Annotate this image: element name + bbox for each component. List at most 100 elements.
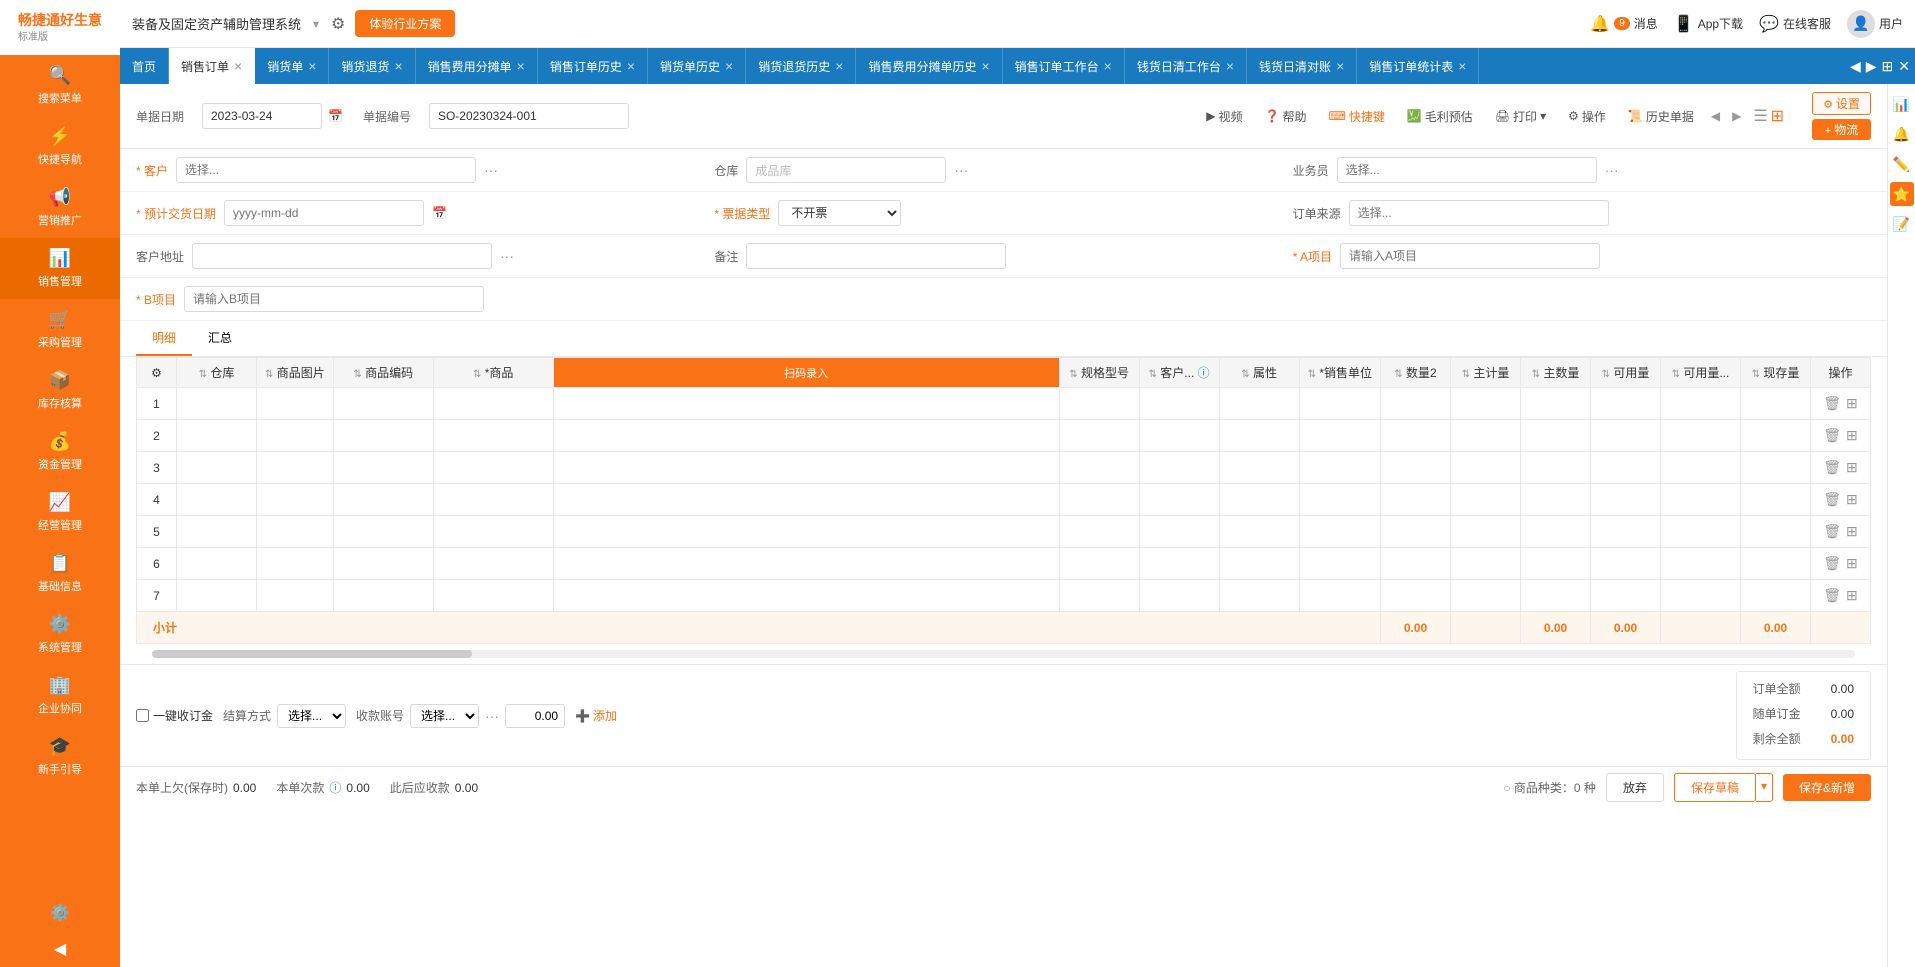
- date-input[interactable]: [202, 103, 322, 129]
- sidebar-item-purchase[interactable]: 🛒 采购管理: [0, 299, 120, 360]
- th-mainqty[interactable]: ⇅ 主数量: [1521, 358, 1591, 388]
- right-sidebar-chart-icon[interactable]: 📊: [1890, 92, 1914, 116]
- salesperson-input[interactable]: [1337, 157, 1597, 183]
- shortcut-btn[interactable]: ⌨ 快捷键: [1324, 106, 1390, 127]
- sidebar-collapse-btn[interactable]: ◀: [0, 931, 120, 967]
- salesperson-expand-icon[interactable]: ···: [1605, 162, 1619, 178]
- topbar-gear-icon[interactable]: ⚙: [331, 14, 345, 34]
- tab-close-icon[interactable]: ×: [394, 58, 402, 74]
- tab-sales-return[interactable]: 销货单 ×: [255, 48, 329, 84]
- tab-close-all-btn[interactable]: ✕: [1898, 58, 1910, 75]
- th-image[interactable]: ⇅ 商品图片: [257, 358, 334, 388]
- one-click-checkbox[interactable]: [136, 709, 149, 722]
- copy-icon[interactable]: ⊞: [1846, 555, 1858, 572]
- delete-icon[interactable]: 🗑: [1823, 587, 1841, 604]
- sidebar-item-system[interactable]: ⚙️ 系统管理: [0, 604, 120, 665]
- tab-sales-expense-hist[interactable]: 销售费用分摊单历史 ×: [856, 48, 1002, 84]
- row-sku[interactable]: [333, 420, 433, 452]
- invoice-select[interactable]: 不开票 增值税专用发票 增值税普通发票: [778, 200, 901, 226]
- row-sku[interactable]: [333, 388, 433, 420]
- tab-home[interactable]: 首页: [120, 48, 169, 84]
- address-input[interactable]: [192, 243, 492, 269]
- copy-icon[interactable]: ⊞: [1846, 587, 1858, 604]
- row-product[interactable]: [433, 420, 553, 452]
- detail-tab-summary[interactable]: 汇总: [192, 321, 248, 356]
- warehouse-input[interactable]: [746, 157, 946, 183]
- nav-prev-btn[interactable]: ◀: [1711, 109, 1720, 123]
- row-attr[interactable]: [1219, 420, 1299, 452]
- sidebar-item-base[interactable]: 📋 基础信息: [0, 543, 120, 604]
- right-sidebar-note-icon[interactable]: 📝: [1890, 212, 1914, 236]
- view-btn[interactable]: ▶ 视频: [1201, 106, 1247, 127]
- row-attr[interactable]: [1219, 388, 1299, 420]
- tab-cash-daily[interactable]: 钱货日清工作台 ×: [1125, 48, 1247, 84]
- tab-sales-expense[interactable]: 销售费用分摊单 ×: [416, 48, 538, 84]
- sidebar-item-operations[interactable]: 📈 经营管理: [0, 482, 120, 543]
- tab-sales-stats[interactable]: 销售订单统计表 ×: [1357, 48, 1479, 84]
- th-attr[interactable]: ⇅ 属性: [1219, 358, 1299, 388]
- tab-close-icon[interactable]: ×: [981, 58, 989, 74]
- address-expand-icon[interactable]: ···: [500, 248, 514, 264]
- tab-expand-btn[interactable]: ⊞: [1882, 58, 1894, 75]
- tab-close-icon[interactable]: ×: [517, 58, 525, 74]
- project-a-input[interactable]: [1340, 243, 1600, 269]
- help-btn[interactable]: ❓ 帮助: [1260, 106, 1312, 127]
- delivery-input[interactable]: [224, 200, 424, 226]
- right-sidebar-bell-icon[interactable]: 🔔: [1890, 122, 1914, 146]
- th-sku[interactable]: ⇅ 商品编码: [333, 358, 433, 388]
- row-warehouse[interactable]: [177, 420, 257, 452]
- delete-icon[interactable]: 🗑: [1823, 395, 1841, 412]
- row-spec[interactable]: [1059, 388, 1139, 420]
- row-product[interactable]: [433, 388, 553, 420]
- sidebar-item-finance[interactable]: 💰 资金管理: [0, 421, 120, 482]
- copy-icon[interactable]: ⊞: [1846, 491, 1858, 508]
- tab-sales-order[interactable]: 销售订单 ×: [169, 48, 255, 84]
- delete-icon[interactable]: 🗑: [1823, 555, 1841, 572]
- notification-area[interactable]: 🔔 9 消息: [1590, 14, 1658, 34]
- save-draft-dropdown-btn[interactable]: ▾: [1756, 773, 1773, 802]
- list-view-icon[interactable]: ☰: [1753, 106, 1767, 126]
- sidebar-settings-btn[interactable]: ⚙️: [0, 895, 120, 931]
- customer-input[interactable]: [176, 157, 476, 183]
- customer-expand-icon[interactable]: ···: [484, 162, 498, 178]
- copy-icon[interactable]: ⊞: [1846, 427, 1858, 444]
- copy-icon[interactable]: ⊞: [1846, 523, 1858, 540]
- row-customer-code[interactable]: [1139, 388, 1219, 420]
- row-mainqty[interactable]: [1521, 388, 1591, 420]
- discard-btn[interactable]: 放弃: [1606, 773, 1664, 802]
- row-mainqty[interactable]: [1521, 420, 1591, 452]
- delete-icon[interactable]: 🗑: [1823, 491, 1841, 508]
- tab-close-icon[interactable]: ×: [1226, 58, 1234, 74]
- row-unit[interactable]: [1299, 420, 1380, 452]
- print-btn[interactable]: 🖨 打印 ▾: [1490, 106, 1551, 127]
- scroll-thumb[interactable]: [152, 650, 472, 658]
- row-qty2[interactable]: [1381, 420, 1451, 452]
- nav-next-btn[interactable]: ▶: [1732, 109, 1741, 123]
- th-qty2[interactable]: ⇅ 数量2: [1381, 358, 1451, 388]
- sidebar-item-marketing[interactable]: 📢 营销推广: [0, 177, 120, 238]
- tab-next-btn[interactable]: ▶: [1866, 58, 1877, 75]
- th-avail[interactable]: ⇅ 可用量: [1591, 358, 1661, 388]
- sn-input[interactable]: [429, 103, 629, 129]
- tab-close-icon[interactable]: ×: [627, 58, 635, 74]
- delete-icon[interactable]: 🗑: [1823, 427, 1841, 444]
- sidebar-item-quick[interactable]: ⚡ 快捷导航: [0, 116, 120, 177]
- scan-btn[interactable]: 扫码录入: [776, 363, 836, 383]
- tab-close-icon[interactable]: ×: [308, 58, 316, 74]
- th-mainunit[interactable]: ⇅ 主计量: [1451, 358, 1521, 388]
- sidebar-item-sales[interactable]: 📊 销售管理: [0, 238, 120, 299]
- save-new-btn[interactable]: 保存&新增: [1783, 774, 1871, 801]
- app-download-area[interactable]: 📱 App下载: [1674, 14, 1743, 34]
- tab-close-icon[interactable]: ×: [1458, 58, 1466, 74]
- settings-btn[interactable]: ⚙ 设置: [1812, 92, 1871, 115]
- copy-icon[interactable]: ⊞: [1846, 459, 1858, 476]
- operate-btn[interactable]: ⚙ 操作: [1563, 106, 1611, 127]
- row-unit[interactable]: [1299, 388, 1380, 420]
- tab-sales-return-hist[interactable]: 销货单历史 ×: [648, 48, 746, 84]
- th-stock[interactable]: ⇅ 现存量: [1741, 358, 1811, 388]
- project-b-input[interactable]: [184, 286, 484, 312]
- payment-account-select[interactable]: 选择...: [410, 704, 479, 728]
- order-source-input[interactable]: [1349, 200, 1609, 226]
- th-warehouse[interactable]: ⇅ 仓库: [177, 358, 257, 388]
- online-service-area[interactable]: 💬 在线客服: [1759, 14, 1831, 34]
